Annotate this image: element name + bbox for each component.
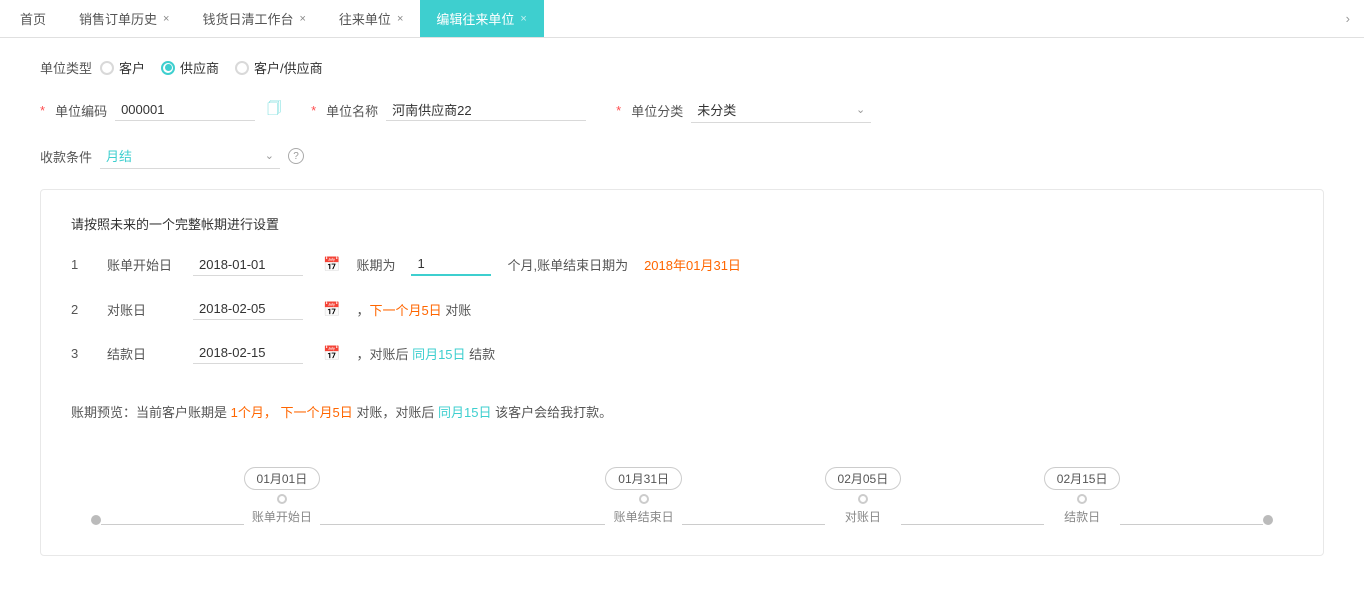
unit-name-label: 单位名称 xyxy=(326,101,378,120)
timeline-node-1-badge: 01月01日 xyxy=(244,467,321,490)
radio-customer-circle xyxy=(100,61,114,75)
period-settings-panel: 请按照未来的一个完整帐期进行设置 1 账单开始日 📅 账期为 个月,账单结束日期… xyxy=(40,189,1324,556)
preview-payment: 同月15日 xyxy=(438,405,491,420)
timeline-node-4: 02月15日 结款日 xyxy=(1044,467,1121,525)
payment-date-row: 3 结款日 📅 ，对账后 同月15日 结款 xyxy=(71,342,1293,364)
row-1-num: 1 xyxy=(71,257,91,272)
row-2-num: 2 xyxy=(71,302,91,317)
radio-both[interactable]: 客户/供应商 xyxy=(235,58,323,77)
reconcile-date-input[interactable] xyxy=(193,298,303,320)
unit-code-field: * 单位编码 🗍 xyxy=(40,98,281,122)
payment-date-calendar-icon[interactable]: 📅 xyxy=(323,345,340,362)
close-counterpart-icon[interactable]: × xyxy=(397,13,403,25)
timeline-node-2-dot xyxy=(639,494,649,504)
unit-name-input[interactable] xyxy=(386,99,586,121)
radio-supplier[interactable]: 供应商 xyxy=(161,58,219,77)
timeline-node-2: 01月31日 账单结束日 xyxy=(605,467,682,525)
tab-counterpart[interactable]: 往来单位 × xyxy=(323,0,420,37)
row-2-label: 对账日 xyxy=(107,300,177,319)
timeline-node-3-dot xyxy=(858,494,868,504)
close-edit-counterpart-icon[interactable]: × xyxy=(520,13,526,25)
panel-description: 请按照未来的一个完整帐期进行设置 xyxy=(71,214,1293,233)
unit-type-radio-group: 客户 供应商 客户/供应商 xyxy=(100,58,323,77)
payment-desc: ，对账后 同月15日 结款 xyxy=(356,344,495,363)
timeline-node-4-dot xyxy=(1077,494,1087,504)
payment-condition-help-icon[interactable]: ? xyxy=(288,148,304,164)
reconcile-date-calendar-icon[interactable]: 📅 xyxy=(323,301,340,318)
payment-condition-select[interactable]: 月结 ⌄ xyxy=(100,143,280,169)
unit-code-input[interactable] xyxy=(115,99,255,121)
unit-category-required: * xyxy=(616,103,621,118)
period-prefix: 账期为 xyxy=(356,255,395,274)
period-suffix: 个月,账单结束日期为 xyxy=(507,255,628,274)
unit-code-label: 单位编码 xyxy=(55,101,107,120)
preview-section: 账期预览：当前客户账期是 1个月， 下一个月5日 对账，对账后 同月15日 该客… xyxy=(71,386,1293,437)
payment-condition-row: 收款条件 月结 ⌄ ? xyxy=(40,143,1324,169)
tab-sales-history[interactable]: 销售订单历史 × xyxy=(63,0,186,37)
row-1-label: 账单开始日 xyxy=(107,255,177,274)
account-start-row: 1 账单开始日 📅 账期为 个月,账单结束日期为 2018年01月31日 xyxy=(71,253,1293,276)
unit-name-required: * xyxy=(311,103,316,118)
payment-condition-chevron-icon: ⌄ xyxy=(265,149,274,162)
unit-name-field: * 单位名称 xyxy=(311,99,586,121)
timeline-node-4-badge: 02月15日 xyxy=(1044,467,1121,490)
unit-code-required: * xyxy=(40,103,45,118)
unit-info-row: * 单位编码 🗍 * 单位名称 * 单位分类 未分类 ⌄ xyxy=(40,97,1324,123)
unit-category-label: 单位分类 xyxy=(631,101,683,120)
tab-cash-workbench[interactable]: 钱货日清工作台 × xyxy=(186,0,322,37)
timeline-node-1: 01月01日 账单开始日 xyxy=(244,467,321,525)
unit-category-field: * 单位分类 未分类 ⌄ xyxy=(616,97,871,123)
timeline-section: 01月01日 账单开始日 01月31日 账单结束日 02月05日 xyxy=(71,447,1293,535)
main-content: 单位类型 客户 供应商 客户/供应商 * 单位编码 xyxy=(0,38,1364,608)
tab-edit-counterpart[interactable]: 编辑往来单位 × xyxy=(420,0,543,37)
timeline-node-3: 02月05日 对账日 xyxy=(825,467,902,525)
start-date-calendar-icon[interactable]: 📅 xyxy=(323,256,340,273)
unit-category-select[interactable]: 未分类 ⌄ xyxy=(691,97,871,123)
preview-reconcile: 下一个月5日 xyxy=(281,405,353,420)
close-cash-workbench-icon[interactable]: × xyxy=(299,13,305,25)
radio-both-circle xyxy=(235,61,249,75)
payment-condition-value: 月结 xyxy=(106,146,265,165)
close-sales-history-icon[interactable]: × xyxy=(163,13,169,25)
row-3-label: 结款日 xyxy=(107,344,177,363)
timeline-node-2-badge: 01月31日 xyxy=(605,467,682,490)
preview-period: 1个月， xyxy=(231,405,277,420)
unit-type-row: 单位类型 客户 供应商 客户/供应商 xyxy=(40,58,1324,77)
unit-category-value: 未分类 xyxy=(697,100,856,119)
unit-type-field: 单位类型 客户 供应商 客户/供应商 xyxy=(40,58,323,77)
end-date-highlight: 2018年01月31日 xyxy=(644,255,741,274)
unit-code-icon[interactable]: 🗍 xyxy=(267,98,281,122)
row-3-num: 3 xyxy=(71,346,91,361)
radio-supplier-circle xyxy=(161,61,175,75)
reconcile-desc: ，下一个月5日 对账 xyxy=(356,300,471,319)
preview-text: 账期预览：当前客户账期是 1个月， 下一个月5日 对账，对账后 同月15日 该客… xyxy=(71,405,612,420)
reconcile-row: 2 对账日 📅 ，下一个月5日 对账 xyxy=(71,298,1293,320)
payment-condition-field: 收款条件 月结 ⌄ ? xyxy=(40,143,304,169)
timeline-node-1-label: 账单开始日 xyxy=(252,508,312,525)
unit-type-label: 单位类型 xyxy=(40,58,92,77)
tab-bar: 首页 销售订单历史 × 钱货日清工作台 × 往来单位 × 编辑往来单位 × › xyxy=(0,0,1364,38)
payment-date-input[interactable] xyxy=(193,342,303,364)
timeline-node-1-dot xyxy=(277,494,287,504)
timeline-node-2-label: 账单结束日 xyxy=(614,508,674,525)
radio-customer[interactable]: 客户 xyxy=(100,58,145,77)
payment-condition-label: 收款条件 xyxy=(40,147,92,166)
timeline-node-3-label: 对账日 xyxy=(845,508,881,525)
unit-category-chevron-icon: ⌄ xyxy=(856,103,865,116)
tab-home[interactable]: 首页 xyxy=(4,0,63,37)
tab-expand-button[interactable]: › xyxy=(1336,0,1360,37)
period-input[interactable] xyxy=(411,253,491,276)
start-date-input[interactable] xyxy=(193,254,303,276)
timeline-node-4-label: 结款日 xyxy=(1064,508,1100,525)
timeline-node-3-badge: 02月05日 xyxy=(825,467,902,490)
